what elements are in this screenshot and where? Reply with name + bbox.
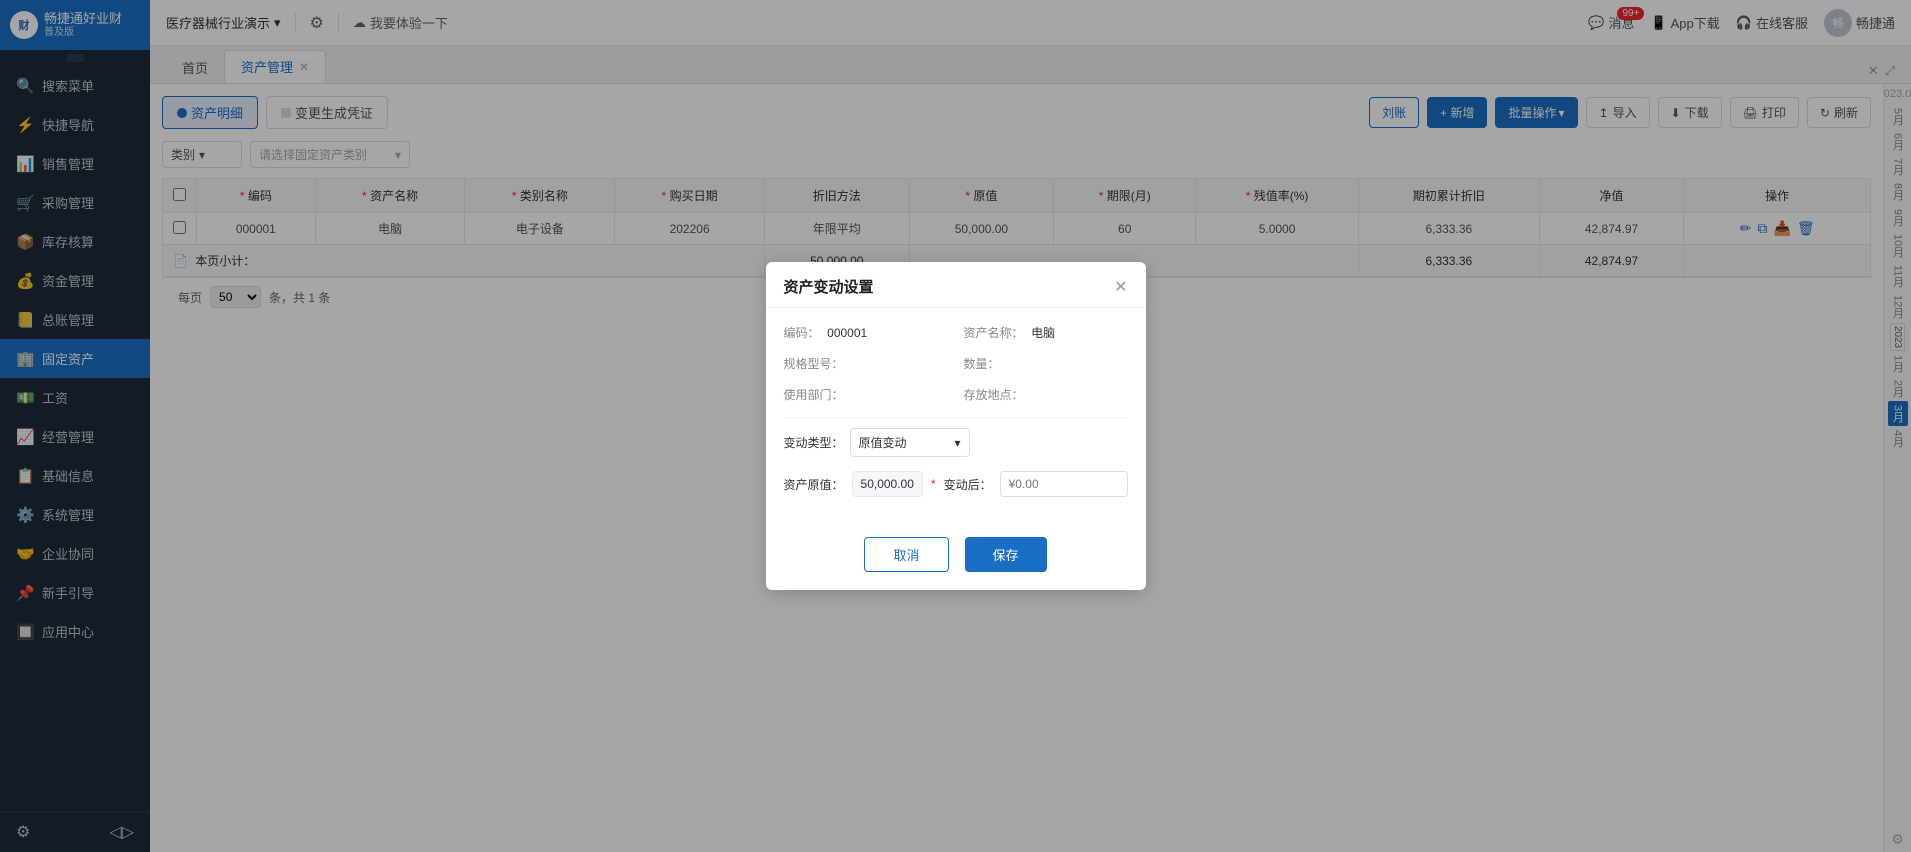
- modal-code-label: 编码：: [784, 326, 820, 340]
- modal-spec-field: 规格型号：: [784, 355, 948, 372]
- modal-change-type-row: 变动类型： 原值变动 ▾: [784, 428, 1128, 457]
- modal-change-type-field: 变动类型： 原值变动 ▾: [784, 428, 1128, 457]
- change-type-chevron-icon: ▾: [954, 436, 960, 450]
- modal-location-field: 存放地点：: [964, 386, 1128, 403]
- modal-divider: [784, 417, 1128, 418]
- modal-dept-field: 使用部门：: [784, 386, 948, 403]
- after-change-input[interactable]: [1000, 471, 1128, 497]
- modal-title: 资产变动设置: [784, 276, 874, 297]
- modal-name-label: 资产名称：: [964, 326, 1024, 340]
- modal-close-button[interactable]: ✕: [1114, 277, 1127, 297]
- modal-change-type-label: 变动类型：: [784, 434, 844, 451]
- modal-overlay: 资产变动设置 ✕ 编码： 000001 资产名称： 电脑 规格型号：: [0, 0, 1911, 852]
- modal-asset-value: 50,000.00: [852, 471, 923, 497]
- modal-name-value: 电脑: [1031, 326, 1055, 340]
- modal-qty-label: 数量：: [964, 357, 1000, 371]
- modal-quantity-field: 数量：: [964, 355, 1128, 372]
- cancel-button[interactable]: 取消: [864, 537, 948, 572]
- modal-name-field: 资产名称： 电脑: [964, 324, 1128, 341]
- modal-spec-label: 规格型号：: [784, 357, 844, 371]
- asset-change-modal: 资产变动设置 ✕ 编码： 000001 资产名称： 电脑 规格型号：: [766, 262, 1146, 590]
- modal-code-field: 编码： 000001: [784, 324, 948, 341]
- modal-dept-label: 使用部门：: [784, 388, 844, 402]
- modal-header: 资产变动设置 ✕: [766, 262, 1146, 308]
- modal-row-3: 使用部门： 存放地点：: [784, 386, 1128, 403]
- modal-asset-value-label: 资产原值：: [784, 476, 844, 493]
- modal-footer: 取消 保存: [766, 529, 1146, 590]
- modal-amount-row: 资产原值： 50,000.00 * 变动后：: [784, 471, 1128, 497]
- change-type-select[interactable]: 原值变动 ▾: [850, 428, 970, 457]
- modal-body: 编码： 000001 资产名称： 电脑 规格型号： 数量：: [766, 308, 1146, 529]
- modal-location-label: 存放地点：: [964, 388, 1024, 402]
- modal-row-1: 编码： 000001 资产名称： 电脑: [784, 324, 1128, 341]
- change-type-value: 原值变动: [859, 434, 907, 451]
- modal-row-2: 规格型号： 数量：: [784, 355, 1128, 372]
- modal-code-value: 000001: [827, 326, 867, 340]
- modal-after-change-label: 变动后：: [944, 476, 992, 493]
- save-button[interactable]: 保存: [965, 537, 1047, 572]
